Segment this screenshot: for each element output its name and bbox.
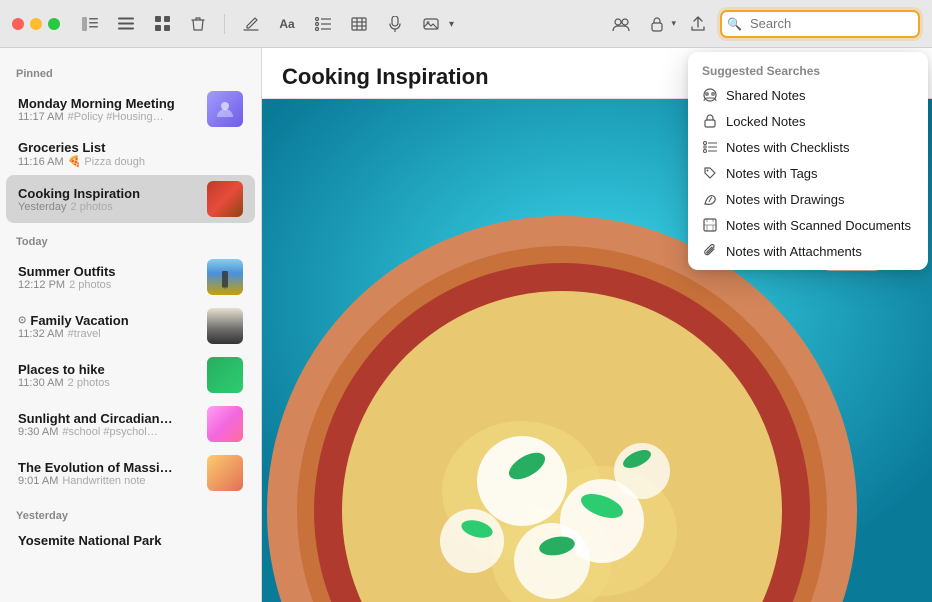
note-title: Monday Morning Meeting bbox=[18, 96, 199, 111]
note-thumbnail bbox=[207, 455, 243, 491]
note-text: Groceries List 11:16 AM 🍕 Pizza dough bbox=[18, 140, 243, 168]
list-item[interactable]: Places to hike 11:30 AM 2 photos bbox=[6, 351, 255, 399]
note-text: Places to hike 11:30 AM 2 photos bbox=[18, 362, 199, 389]
note-thumbnail bbox=[207, 308, 243, 344]
tag-icon bbox=[702, 165, 718, 181]
note-text: Yosemite National Park bbox=[18, 533, 243, 548]
media-button[interactable] bbox=[417, 10, 445, 38]
note-subtitle: 9:30 AM #school #psychol… bbox=[18, 426, 199, 438]
note-title: The Evolution of Massi… bbox=[18, 460, 199, 475]
search-dropdown: Suggested Searches Shared Notes bbox=[688, 48, 932, 270]
dropdown-item-attachments[interactable]: Notes with Attachments bbox=[688, 238, 928, 264]
note-subtitle: 11:16 AM 🍕 Pizza dough bbox=[18, 155, 243, 168]
traffic-lights bbox=[12, 18, 60, 30]
content-area: Cooking Inspiration bbox=[262, 48, 932, 602]
main-area: Pinned Monday Morning Meeting 11:17 AM #… bbox=[0, 48, 932, 602]
grid-view-button[interactable] bbox=[148, 10, 176, 38]
yesterday-section-label: Yesterday bbox=[0, 498, 261, 526]
note-title: Summer Outfits bbox=[18, 264, 199, 279]
collaborate-button[interactable] bbox=[607, 10, 635, 38]
search-icon: 🔍 bbox=[727, 17, 742, 31]
list-item[interactable]: Groceries List 11:16 AM 🍕 Pizza dough bbox=[6, 134, 255, 174]
note-title: Groceries List bbox=[18, 140, 243, 155]
attachments-label: Notes with Attachments bbox=[726, 244, 862, 259]
new-note-button[interactable] bbox=[237, 10, 265, 38]
note-text: The Evolution of Massi… 9:01 AM Handwrit… bbox=[18, 460, 199, 487]
titlebar: Aa ▾ bbox=[0, 0, 932, 48]
drawings-label: Notes with Drawings bbox=[726, 192, 845, 207]
lock-icon bbox=[702, 113, 718, 129]
dropdown-item-tags[interactable]: Notes with Tags bbox=[688, 160, 928, 186]
note-subtitle: 12:12 PM 2 photos bbox=[18, 279, 199, 291]
note-title: Yosemite National Park bbox=[18, 533, 243, 548]
fullscreen-button[interactable] bbox=[48, 18, 60, 30]
dropdown-item-checklists[interactable]: Notes with Checklists bbox=[688, 134, 928, 160]
list-view-button[interactable] bbox=[112, 10, 140, 38]
note-title: Cooking Inspiration bbox=[18, 186, 199, 201]
tags-label: Notes with Tags bbox=[726, 166, 818, 181]
trash-button[interactable] bbox=[184, 10, 212, 38]
minimize-button[interactable] bbox=[30, 18, 42, 30]
note-thumbnail bbox=[207, 181, 243, 217]
media-chevron[interactable]: ▾ bbox=[449, 19, 459, 30]
dropdown-item-locked[interactable]: Locked Notes bbox=[688, 108, 928, 134]
sidebar-toggle-button[interactable] bbox=[76, 10, 104, 38]
list-item[interactable]: The Evolution of Massi… 9:01 AM Handwrit… bbox=[6, 449, 255, 497]
dropdown-item-shared[interactable]: Shared Notes bbox=[688, 82, 928, 108]
scan-icon bbox=[702, 217, 718, 233]
share-button[interactable] bbox=[684, 10, 712, 38]
note-text: Sunlight and Circadian… 9:30 AM #school … bbox=[18, 411, 199, 438]
note-title: ⊙Family Vacation bbox=[18, 313, 199, 328]
shared-notes-label: Shared Notes bbox=[726, 88, 806, 103]
note-thumbnail bbox=[207, 406, 243, 442]
sidebar: Pinned Monday Morning Meeting 11:17 AM #… bbox=[0, 48, 262, 602]
scanned-docs-label: Notes with Scanned Documents bbox=[726, 218, 911, 233]
list-item[interactable]: Cooking Inspiration Yesterday 2 photos bbox=[6, 175, 255, 223]
table-button[interactable] bbox=[345, 10, 373, 38]
search-input[interactable] bbox=[720, 10, 920, 38]
list-item[interactable]: Summer Outfits 12:12 PM 2 photos bbox=[6, 253, 255, 301]
search-container: 🔍 bbox=[720, 10, 920, 38]
lock-button[interactable] bbox=[643, 10, 671, 38]
dropdown-menu: Suggested Searches Shared Notes bbox=[688, 52, 928, 270]
note-thumbnail bbox=[207, 259, 243, 295]
list-item[interactable]: Monday Morning Meeting 11:17 AM #Policy … bbox=[6, 85, 255, 133]
attachment-icon bbox=[702, 243, 718, 259]
locked-notes-label: Locked Notes bbox=[726, 114, 806, 129]
separator-1 bbox=[224, 14, 225, 34]
list-item[interactable]: Yosemite National Park bbox=[6, 527, 255, 554]
note-subtitle: Yesterday 2 photos bbox=[18, 201, 199, 213]
note-thumbnail bbox=[207, 357, 243, 393]
drawing-icon bbox=[702, 191, 718, 207]
note-thumbnail bbox=[207, 91, 243, 127]
checklist-button[interactable] bbox=[309, 10, 337, 38]
checklists-label: Notes with Checklists bbox=[726, 140, 850, 155]
note-text: Summer Outfits 12:12 PM 2 photos bbox=[18, 264, 199, 291]
note-text: ⊙Family Vacation 11:32 AM #travel bbox=[18, 313, 199, 340]
note-subtitle: 9:01 AM Handwritten note bbox=[18, 475, 199, 487]
pinned-section-label: Pinned bbox=[0, 56, 261, 84]
note-title: Places to hike bbox=[18, 362, 199, 377]
dropdown-item-scanned[interactable]: Notes with Scanned Documents bbox=[688, 212, 928, 238]
note-text: Cooking Inspiration Yesterday 2 photos bbox=[18, 186, 199, 213]
note-subtitle: 11:30 AM 2 photos bbox=[18, 377, 199, 389]
note-subtitle: 11:32 AM #travel bbox=[18, 328, 199, 340]
list-item[interactable]: Sunlight and Circadian… 9:30 AM #school … bbox=[6, 400, 255, 448]
checklist-icon bbox=[702, 139, 718, 155]
suggested-searches-label: Suggested Searches bbox=[688, 58, 928, 82]
note-title: Sunlight and Circadian… bbox=[18, 411, 199, 426]
audio-button[interactable] bbox=[381, 10, 409, 38]
close-button[interactable] bbox=[12, 18, 24, 30]
format-button[interactable]: Aa bbox=[273, 10, 301, 38]
shared-icon bbox=[702, 87, 718, 103]
note-text: Monday Morning Meeting 11:17 AM #Policy … bbox=[18, 96, 199, 123]
lock-chevron-icon: ▾ bbox=[671, 18, 676, 29]
note-subtitle: 11:17 AM #Policy #Housing… bbox=[18, 111, 199, 123]
list-item[interactable]: ⊙Family Vacation 11:32 AM #travel bbox=[6, 302, 255, 350]
today-section-label: Today bbox=[0, 224, 261, 252]
dropdown-item-drawings[interactable]: Notes with Drawings bbox=[688, 186, 928, 212]
